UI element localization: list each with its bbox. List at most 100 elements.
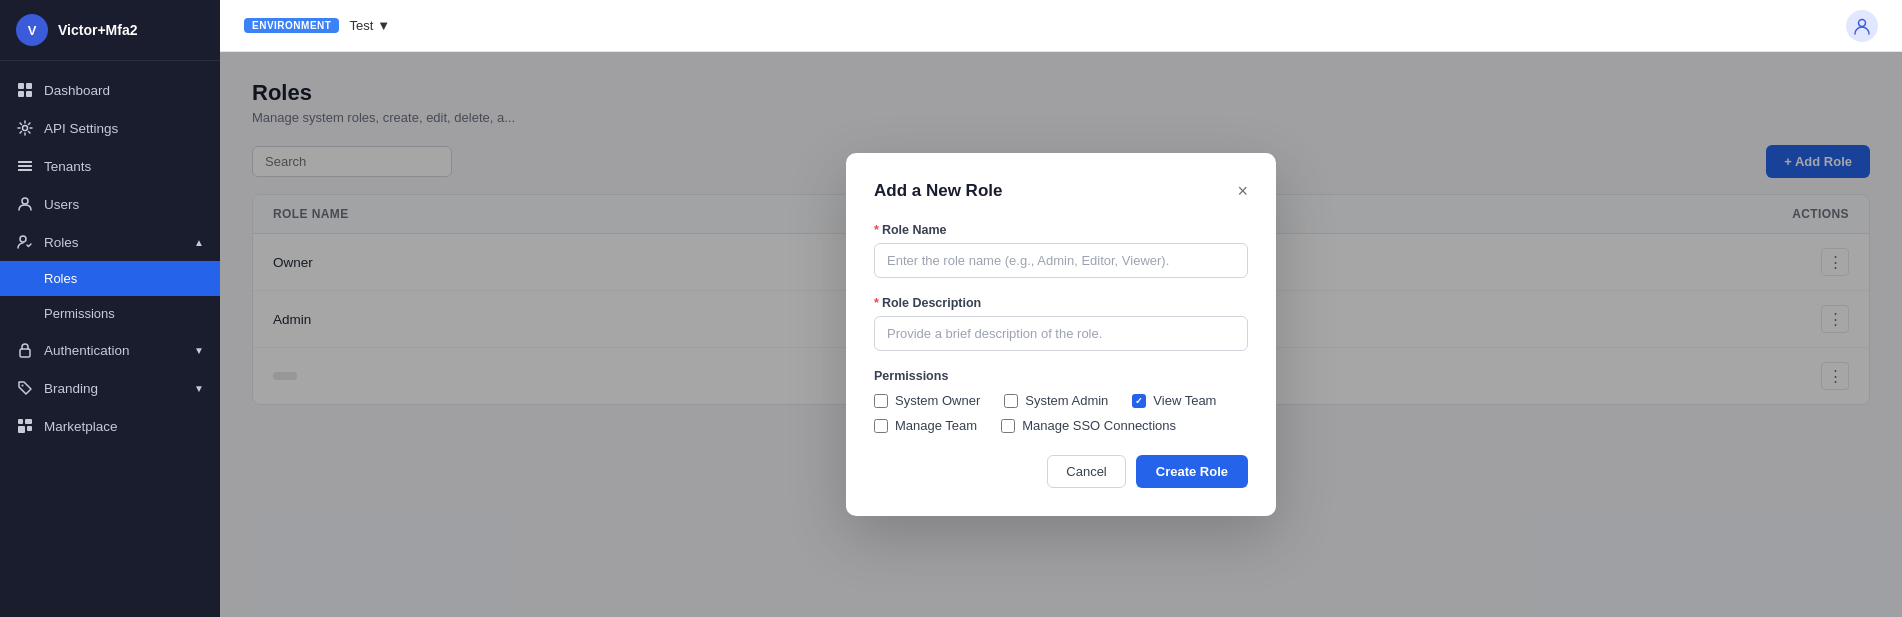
svg-rect-0	[18, 83, 24, 89]
sidebar-item-dashboard-label: Dashboard	[44, 83, 110, 98]
permission-manage-sso-label: Manage SSO Connections	[1022, 418, 1176, 433]
role-desc-label: * Role Description	[874, 296, 1248, 310]
sidebar-item-roles[interactable]: Roles ▲	[0, 223, 220, 261]
permission-system-admin[interactable]: System Admin	[1004, 393, 1108, 408]
svg-point-4	[23, 126, 28, 131]
grid2-icon	[16, 417, 34, 435]
role-desc-input[interactable]	[874, 316, 1248, 351]
svg-point-8	[22, 198, 28, 204]
main-area: ENVIRONMENT Test ▼ Roles Manage system r…	[220, 0, 1902, 617]
permission-manage-team-checkbox[interactable]	[874, 419, 888, 433]
svg-rect-1	[26, 83, 32, 89]
permissions-group: Permissions System Owner System Admin	[874, 369, 1248, 433]
sub-nav-roles: Roles Permissions	[0, 261, 220, 331]
permission-view-team-label: View Team	[1153, 393, 1216, 408]
app-name: Victor+Mfa2	[58, 22, 138, 38]
svg-rect-13	[25, 419, 32, 424]
sidebar-item-branding-label: Branding	[44, 381, 98, 396]
permissions-row-1: System Owner System Admin View Team	[874, 393, 1248, 408]
svg-rect-15	[27, 426, 32, 431]
lock-icon	[16, 341, 34, 359]
sidebar-item-authentication[interactable]: Authentication ▼	[0, 331, 220, 369]
permission-manage-sso[interactable]: Manage SSO Connections	[1001, 418, 1176, 433]
sidebar-item-api-settings-label: API Settings	[44, 121, 118, 136]
modal-title: Add a New Role	[874, 181, 1002, 201]
sidebar-sub-item-roles-label: Roles	[44, 271, 77, 286]
svg-rect-12	[18, 419, 23, 424]
permission-manage-sso-checkbox[interactable]	[1001, 419, 1015, 433]
permission-system-admin-label: System Admin	[1025, 393, 1108, 408]
role-name-label: * Role Name	[874, 223, 1248, 237]
user-check-icon	[16, 233, 34, 251]
grid-icon	[16, 81, 34, 99]
sidebar-item-dashboard[interactable]: Dashboard	[0, 71, 220, 109]
modal-footer: Cancel Create Role	[874, 455, 1248, 488]
sidebar-item-marketplace-label: Marketplace	[44, 419, 118, 434]
sidebar-item-branding[interactable]: Branding ▼	[0, 369, 220, 407]
sidebar-item-tenants-label: Tenants	[44, 159, 91, 174]
svg-rect-7	[18, 169, 32, 171]
permission-manage-team-label: Manage Team	[895, 418, 977, 433]
chevron-up-icon: ▲	[194, 237, 204, 248]
svg-rect-14	[18, 426, 25, 433]
settings-icon	[16, 119, 34, 137]
sidebar-item-marketplace[interactable]: Marketplace	[0, 407, 220, 445]
table-icon	[16, 157, 34, 175]
top-bar: ENVIRONMENT Test ▼	[220, 0, 1902, 52]
user-profile-icon[interactable]	[1846, 10, 1878, 42]
permission-system-admin-checkbox[interactable]	[1004, 394, 1018, 408]
permission-system-owner[interactable]: System Owner	[874, 393, 980, 408]
sidebar-item-api-settings[interactable]: API Settings	[0, 109, 220, 147]
environment-selector[interactable]: Test ▼	[349, 18, 390, 33]
svg-rect-2	[18, 91, 24, 97]
required-asterisk: *	[874, 223, 879, 237]
permission-system-owner-label: System Owner	[895, 393, 980, 408]
permissions-grid: System Owner System Admin View Team	[874, 393, 1248, 433]
modal-close-button[interactable]: ×	[1237, 182, 1248, 200]
top-bar-left: ENVIRONMENT Test ▼	[244, 18, 390, 33]
sidebar-sub-item-permissions[interactable]: Permissions	[0, 296, 220, 331]
avatar: V	[16, 14, 48, 46]
svg-rect-10	[20, 349, 30, 357]
cancel-button[interactable]: Cancel	[1047, 455, 1125, 488]
sidebar-sub-item-permissions-label: Permissions	[44, 306, 115, 321]
svg-rect-5	[18, 161, 32, 163]
environment-name: Test	[349, 18, 373, 33]
create-role-button[interactable]: Create Role	[1136, 455, 1248, 488]
svg-point-11	[22, 385, 24, 387]
permission-view-team[interactable]: View Team	[1132, 393, 1216, 408]
chevron-down-icon-env: ▼	[377, 18, 390, 33]
page-content: Roles Manage system roles, create, edit,…	[220, 52, 1902, 617]
svg-point-9	[20, 236, 26, 242]
sidebar-sub-item-roles[interactable]: Roles	[0, 261, 220, 296]
sidebar-header: V Victor+Mfa2	[0, 0, 220, 61]
role-name-group: * Role Name	[874, 223, 1248, 278]
permission-manage-team[interactable]: Manage Team	[874, 418, 977, 433]
modal-overlay: Add a New Role × * Role Name * Role Desc…	[220, 52, 1902, 617]
permissions-row-2: Manage Team Manage SSO Connections	[874, 418, 1248, 433]
top-bar-right	[1846, 10, 1878, 42]
role-desc-group: * Role Description	[874, 296, 1248, 351]
svg-rect-3	[26, 91, 32, 97]
tag-icon	[16, 379, 34, 397]
chevron-down-icon-2: ▼	[194, 383, 204, 394]
permissions-label: Permissions	[874, 369, 1248, 383]
sidebar-item-roles-label: Roles	[44, 235, 79, 250]
role-name-input[interactable]	[874, 243, 1248, 278]
sidebar-item-users[interactable]: Users	[0, 185, 220, 223]
svg-point-16	[1859, 19, 1866, 26]
add-role-modal: Add a New Role × * Role Name * Role Desc…	[846, 153, 1276, 516]
chevron-down-icon: ▼	[194, 345, 204, 356]
sidebar: V Victor+Mfa2 Dashboard API Settings Ten…	[0, 0, 220, 617]
sidebar-nav: Dashboard API Settings Tenants Users	[0, 61, 220, 617]
sidebar-item-authentication-label: Authentication	[44, 343, 130, 358]
required-asterisk-2: *	[874, 296, 879, 310]
user-icon	[16, 195, 34, 213]
sidebar-item-users-label: Users	[44, 197, 79, 212]
permission-view-team-checkbox[interactable]	[1132, 394, 1146, 408]
modal-header: Add a New Role ×	[874, 181, 1248, 201]
permission-system-owner-checkbox[interactable]	[874, 394, 888, 408]
environment-badge: ENVIRONMENT	[244, 18, 339, 33]
sidebar-item-tenants[interactable]: Tenants	[0, 147, 220, 185]
svg-rect-6	[18, 165, 32, 167]
